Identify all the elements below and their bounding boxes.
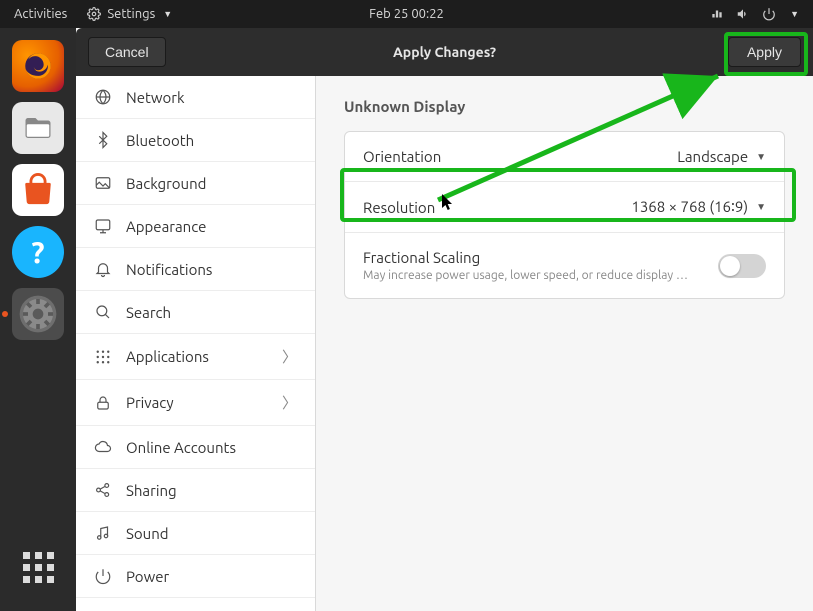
resolution-label: Resolution [363, 199, 435, 216]
sidebar-item-sound[interactable]: Sound [76, 512, 315, 555]
question-icon: ? [31, 235, 44, 269]
resolution-row[interactable]: Resolution 1368 × 768 (16∶9) ▼ [345, 182, 784, 233]
top-panel: Activities Settings ▼ Feb 25 00:22 ▼ [0, 0, 813, 28]
display-name-heading: Unknown Display [344, 98, 785, 115]
sidebar-label: Sharing [126, 482, 177, 499]
system-tray[interactable]: ▼ [710, 7, 813, 21]
chevron-right-icon: 〉 [282, 346, 297, 367]
sidebar-label: Online Accounts [126, 439, 236, 456]
chevron-right-icon: 〉 [282, 392, 297, 413]
activities-button[interactable]: Activities [0, 7, 81, 21]
fractional-sublabel: May increase power usage, lower speed, o… [363, 269, 693, 282]
dock-firefox[interactable] [12, 40, 64, 92]
bluetooth-icon [94, 131, 112, 149]
resolution-value: 1368 × 768 (16∶9) ▼ [631, 198, 766, 216]
sidebar-label: Bluetooth [126, 132, 194, 149]
gear-icon [18, 294, 58, 334]
sidebar-item-sharing[interactable]: Sharing [76, 469, 315, 512]
display-settings-content: Unknown Display Orientation Landscape ▼ … [316, 76, 813, 611]
background-icon [94, 174, 112, 192]
sidebar-item-bluetooth[interactable]: Bluetooth [76, 119, 315, 162]
folder-icon [23, 113, 53, 143]
globe-icon [94, 88, 112, 106]
sidebar-label: Network [126, 89, 185, 106]
orientation-label: Orientation [363, 148, 441, 165]
sidebar-item-online-accounts[interactable]: Online Accounts [76, 426, 315, 469]
sidebar-label: Sound [126, 525, 169, 542]
share-icon [94, 481, 112, 499]
dock-files[interactable] [12, 102, 64, 154]
clock[interactable]: Feb 25 00:22 [369, 7, 444, 21]
dock-settings[interactable] [12, 288, 64, 340]
chevron-down-icon: ▼ [790, 9, 799, 19]
headerbar: Cancel Apply Changes? Apply [76, 28, 813, 76]
sidebar-item-search[interactable]: Search [76, 291, 315, 334]
sidebar-item-applications[interactable]: Applications 〉 [76, 334, 315, 380]
cancel-button[interactable]: Cancel [88, 37, 166, 67]
fractional-scaling-row[interactable]: Fractional Scaling May increase power us… [345, 233, 784, 298]
settings-sidebar: Network Bluetooth Background Appearance … [76, 76, 316, 611]
fractional-label: Fractional Scaling [363, 249, 693, 266]
sidebar-label: Search [126, 304, 171, 321]
dock: ? [0, 28, 76, 611]
sidebar-item-privacy[interactable]: Privacy 〉 [76, 380, 315, 426]
power-icon [94, 567, 112, 585]
sound-icon [94, 524, 112, 542]
lock-icon [94, 394, 112, 412]
gear-icon [87, 7, 101, 21]
sidebar-label: Privacy [126, 394, 174, 411]
sidebar-label: Applications [126, 348, 209, 365]
dock-help[interactable]: ? [12, 226, 64, 278]
shopping-bag-icon [21, 173, 55, 207]
settings-window: Cancel Apply Changes? Apply Network Blue… [76, 28, 813, 611]
bell-icon [94, 260, 112, 278]
chevron-down-icon: ▼ [756, 201, 766, 213]
power-icon [762, 7, 776, 21]
volume-icon [736, 7, 750, 21]
apply-button[interactable]: Apply [728, 37, 801, 67]
firefox-icon [21, 49, 55, 83]
chevron-down-icon: ▼ [756, 151, 766, 163]
app-menu-label: Settings [107, 7, 155, 21]
sidebar-item-power[interactable]: Power [76, 555, 315, 598]
sidebar-item-notifications[interactable]: Notifications [76, 248, 315, 291]
dock-software[interactable] [12, 164, 64, 216]
fractional-scaling-switch[interactable] [718, 254, 766, 278]
grid-icon [94, 348, 112, 366]
display-settings-panel: Orientation Landscape ▼ Resolution 1368 … [344, 131, 785, 299]
cloud-icon [94, 438, 112, 456]
sidebar-label: Power [126, 568, 169, 585]
appearance-icon [94, 217, 112, 235]
orientation-row[interactable]: Orientation Landscape ▼ [345, 132, 784, 182]
network-icon [710, 7, 724, 21]
sidebar-item-network[interactable]: Network [76, 76, 315, 119]
chevron-down-icon: ▼ [163, 9, 172, 19]
sidebar-label: Notifications [126, 261, 212, 278]
show-applications-button[interactable] [12, 541, 64, 593]
sidebar-label: Appearance [126, 218, 206, 235]
sidebar-label: Background [126, 175, 206, 192]
app-menu[interactable]: Settings ▼ [81, 7, 172, 21]
sidebar-item-appearance[interactable]: Appearance [76, 205, 315, 248]
headerbar-title: Apply Changes? [393, 44, 496, 60]
sidebar-item-background[interactable]: Background [76, 162, 315, 205]
search-icon [94, 303, 112, 321]
orientation-value: Landscape ▼ [677, 148, 766, 165]
